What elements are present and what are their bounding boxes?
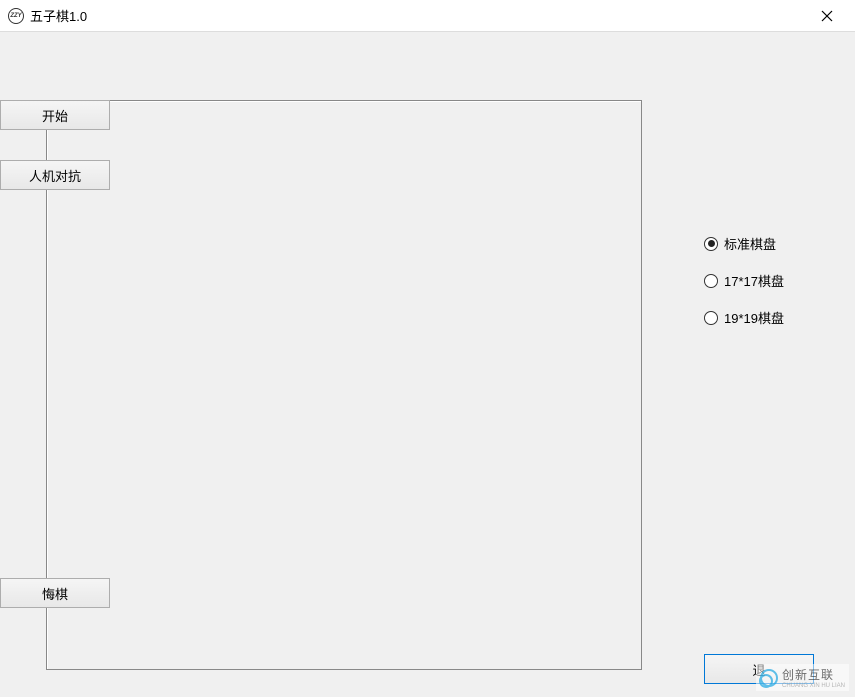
- watermark: 创新互联 CHUANG XIN HU LIAN: [756, 664, 849, 691]
- window-title: 五子棋1.0: [30, 6, 807, 25]
- close-button[interactable]: [807, 2, 847, 30]
- watermark-subtext: CHUANG XIN HU LIAN: [782, 683, 845, 689]
- radio-standard-board[interactable]: 标准棋盘: [704, 234, 784, 253]
- radio-icon: [704, 274, 718, 288]
- board-size-radio-group: 标准棋盘 17*17棋盘 19*19棋盘: [704, 234, 784, 345]
- start-button[interactable]: 开始: [0, 100, 110, 130]
- radio-19x19-board[interactable]: 19*19棋盘: [704, 308, 784, 327]
- watermark-text: 创新互联: [782, 666, 845, 683]
- close-icon: [821, 10, 833, 22]
- window-body: 开始 人机对抗 标准棋盘 17*17棋盘 19*19棋盘 悔棋 退 创新互联 C…: [0, 32, 855, 697]
- game-board-panel[interactable]: [46, 100, 642, 670]
- radio-label: 17*17棋盘: [724, 271, 784, 290]
- radio-icon: [704, 237, 718, 251]
- radio-icon: [704, 311, 718, 325]
- radio-label: 标准棋盘: [724, 234, 776, 253]
- radio-17x17-board[interactable]: 17*17棋盘: [704, 271, 784, 290]
- radio-label: 19*19棋盘: [724, 308, 784, 327]
- app-icon: ZZY: [8, 8, 24, 24]
- watermark-logo-icon: [760, 669, 778, 687]
- undo-button[interactable]: 悔棋: [0, 578, 110, 608]
- ai-mode-button[interactable]: 人机对抗: [0, 160, 110, 190]
- titlebar: ZZY 五子棋1.0: [0, 0, 855, 32]
